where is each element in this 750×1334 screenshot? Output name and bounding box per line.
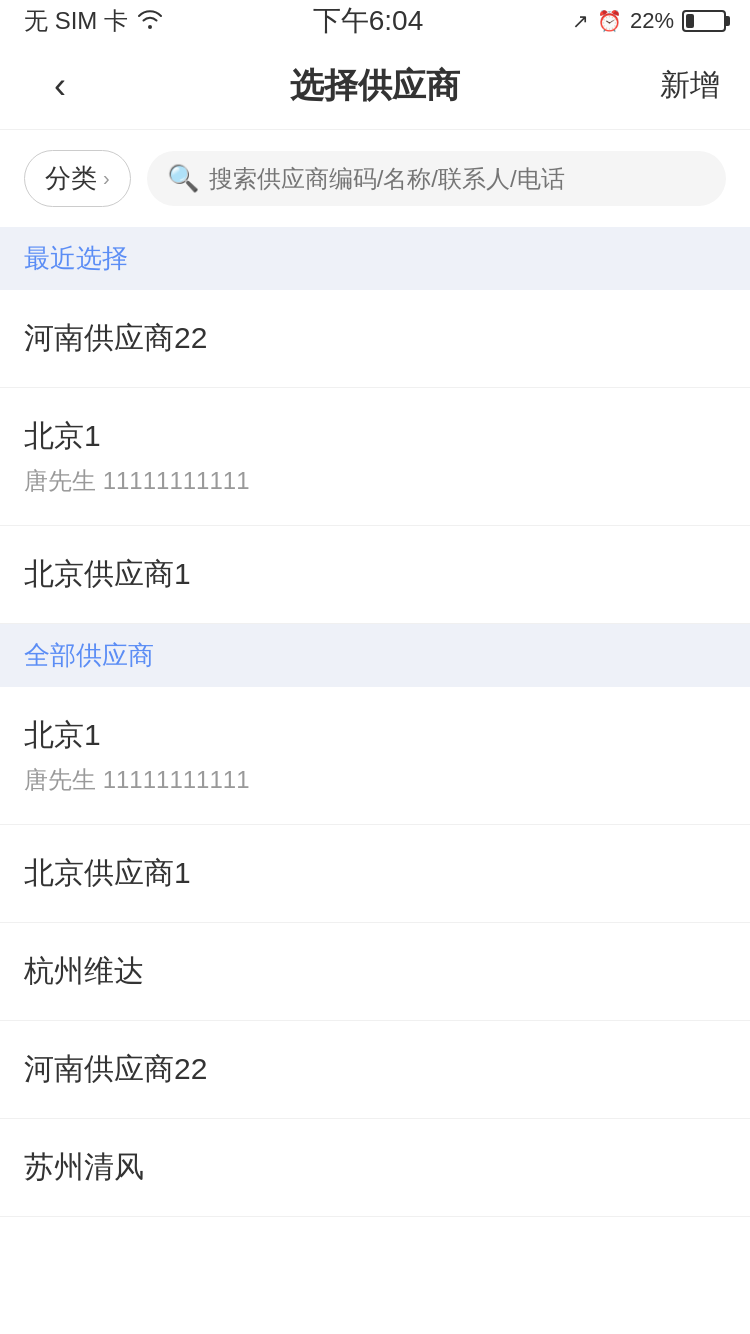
back-button[interactable]: ‹ [30, 56, 90, 116]
battery-percent: 22% [630, 8, 674, 34]
list-item[interactable]: 北京1 唐先生 11111111111 [0, 687, 750, 825]
section-header-all: 全部供应商 [0, 624, 750, 687]
alarm-icon: ⏰ [597, 9, 622, 33]
list-item[interactable]: 苏州清风 [0, 1119, 750, 1217]
list-item[interactable]: 北京供应商1 [0, 526, 750, 624]
sections-container: 最近选择河南供应商22 北京1 唐先生 11111111111 北京供应商1 全部供应商… [0, 227, 750, 1217]
status-time: 下午6:04 [313, 2, 424, 40]
item-sub: 唐先生 11111111111 [24, 465, 726, 497]
search-box: 🔍 [147, 151, 726, 206]
section-header-recent: 最近选择 [0, 227, 750, 290]
nav-bar: ‹ 选择供应商 新增 [0, 42, 750, 130]
list-item[interactable]: 河南供应商22 [0, 290, 750, 388]
item-name: 杭州维达 [24, 951, 726, 992]
list-item[interactable]: 杭州维达 [0, 923, 750, 1021]
list-item[interactable]: 北京供应商1 [0, 825, 750, 923]
battery-fill [686, 14, 694, 28]
item-sub: 唐先生 11111111111 [24, 764, 726, 796]
item-name: 苏州清风 [24, 1147, 726, 1188]
item-name: 北京1 [24, 416, 726, 457]
item-name: 北京1 [24, 715, 726, 756]
list-item[interactable]: 北京1 唐先生 11111111111 [0, 388, 750, 526]
status-left: 无 SIM 卡 [24, 5, 164, 37]
add-button[interactable]: 新增 [660, 65, 720, 106]
battery-icon [682, 10, 726, 32]
wifi-icon [136, 7, 164, 35]
category-arrow-icon: › [103, 167, 110, 190]
category-button[interactable]: 分类 › [24, 150, 131, 207]
status-right: ↗ ⏰ 22% [572, 8, 726, 34]
item-name: 北京供应商1 [24, 554, 726, 595]
list-item[interactable]: 河南供应商22 [0, 1021, 750, 1119]
page-title: 选择供应商 [290, 63, 460, 109]
status-bar: 无 SIM 卡 下午6:04 ↗ ⏰ 22% [0, 0, 750, 42]
item-name: 河南供应商22 [24, 1049, 726, 1090]
location-icon: ↗ [572, 9, 589, 33]
search-icon: 🔍 [167, 163, 199, 194]
sim-label: 无 SIM 卡 [24, 5, 128, 37]
category-label: 分类 [45, 161, 97, 196]
filter-bar: 分类 › 🔍 [0, 130, 750, 227]
search-input[interactable] [209, 165, 706, 193]
item-name: 北京供应商1 [24, 853, 726, 894]
item-name: 河南供应商22 [24, 318, 726, 359]
